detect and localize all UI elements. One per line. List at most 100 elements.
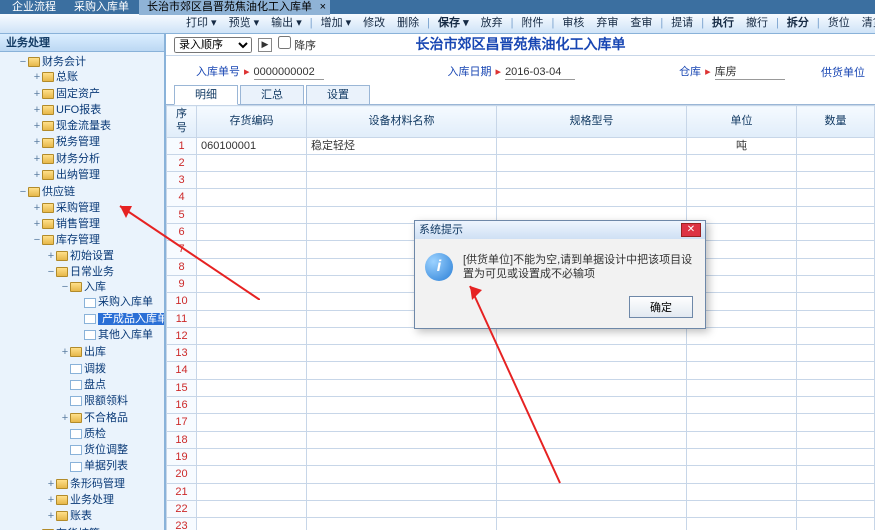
subtab-summary[interactable]: 汇总 [240, 85, 304, 104]
system-dialog: 系统提示 ✕ i [供货单位]不能为空,请到单据设计中把该项目设置为可见或设置成… [414, 220, 706, 329]
save-button[interactable]: 保存 ▾ [432, 14, 475, 32]
tree-xianjin[interactable]: 现金流量表 [56, 120, 111, 132]
sort-desc-checkbox[interactable]: 降序 [278, 36, 316, 53]
tree-caiwufx[interactable]: 财务分析 [56, 153, 100, 165]
tab-purchase-in[interactable]: 采购入库单 [66, 0, 137, 15]
tree-ufo[interactable]: UFO报表 [56, 104, 101, 116]
col-qty[interactable]: 数量 [797, 106, 875, 138]
table-row[interactable]: 23 [167, 518, 875, 530]
tree-zhijian[interactable]: 质检 [84, 428, 106, 440]
table-row[interactable]: 16 [167, 397, 875, 414]
table-row[interactable]: 19 [167, 448, 875, 465]
table-row[interactable]: 22 [167, 500, 875, 517]
tree-xiaoshou[interactable]: 销售管理 [56, 218, 100, 230]
tab-enterprise[interactable]: 企业流程 [4, 0, 64, 15]
toolbar: 打印 ▾ 预览 ▾ 输出 ▾ | 增加 ▾ 修改 删除 | 保存 ▾ 放弃 | … [0, 14, 875, 34]
tree-caigouruku[interactable]: 采购入库单 [98, 296, 153, 308]
wh-value[interactable]: 库房 [715, 65, 785, 80]
nav-tree[interactable]: −财务会计 +总账 +固定资产 +UFO报表 +现金流量表 +税务管理 +财务分… [0, 52, 164, 530]
tree-chanping-selected[interactable]: 产成品入库单 [98, 313, 164, 325]
tree-guding[interactable]: 固定资产 [56, 88, 100, 100]
edit-button[interactable]: 修改 [357, 14, 391, 32]
dialog-title: 系统提示 [419, 223, 463, 237]
unexec-button[interactable]: 撤行 [740, 14, 774, 32]
sidebar: 业务处理 −财务会计 +总账 +固定资产 +UFO报表 +现金流量表 +税务管理… [0, 34, 166, 530]
table-row[interactable]: 2 [167, 154, 875, 171]
exec-button[interactable]: 执行 [706, 14, 740, 32]
tree-richang[interactable]: 日常业务 [70, 266, 114, 278]
tree-qita[interactable]: 其他入库单 [98, 329, 153, 341]
tree-yewuchuli[interactable]: 业务处理 [70, 494, 114, 506]
preview-button[interactable]: 预览 ▾ [223, 14, 266, 32]
table-row[interactable]: 13 [167, 345, 875, 362]
tree-zhangbiao[interactable]: 账表 [70, 510, 92, 522]
dialog-ok-button[interactable]: 确定 [629, 296, 693, 318]
page-title: 长治市郊区昌晋苑焦油化工入库单 [416, 35, 626, 53]
table-row[interactable]: 1060100001稳定轻烃吨 [167, 137, 875, 154]
submit-button[interactable]: 提请 [665, 14, 699, 32]
check2-button[interactable]: 查审 [624, 14, 658, 32]
table-row[interactable]: 21 [167, 483, 875, 500]
tree-huowei[interactable]: 货位调整 [84, 444, 128, 456]
tree-chushi[interactable]: 初始设置 [70, 250, 114, 262]
tree-gyl[interactable]: 供应链 [42, 186, 75, 198]
wh-label: 仓库 [679, 65, 701, 79]
clear-button[interactable]: 清货 [856, 14, 875, 32]
table-row[interactable]: 20 [167, 466, 875, 483]
col-seq[interactable]: 序号 [167, 106, 197, 138]
table-row[interactable]: 4 [167, 189, 875, 206]
table-row[interactable]: 18 [167, 431, 875, 448]
date-value[interactable]: 2016-03-04 [505, 65, 575, 80]
tree-shuiwu[interactable]: 税务管理 [56, 136, 100, 148]
table-row[interactable]: 15 [167, 379, 875, 396]
locate-button[interactable]: 货位 [822, 14, 856, 32]
tree-pandian[interactable]: 盘点 [84, 379, 106, 391]
sort-go-icon[interactable]: ▶ [258, 38, 272, 52]
sort-select[interactable]: 录入顺序 [174, 37, 252, 53]
tree-tiaoxingma[interactable]: 条形码管理 [70, 478, 125, 490]
tree-danju[interactable]: 单据列表 [84, 460, 128, 472]
tab-label: 长治市郊区昌晋苑焦油化工入库单 [147, 1, 312, 13]
table-row[interactable]: 12 [167, 327, 875, 344]
table-row[interactable]: 14 [167, 362, 875, 379]
date-label: 入库日期 [448, 65, 492, 79]
tab-current-doc[interactable]: 长治市郊区昌晋苑焦油化工入库单 × [139, 0, 330, 15]
print-button[interactable]: 打印 ▾ [180, 14, 223, 32]
close-icon[interactable]: × [320, 0, 326, 14]
tree-kucun[interactable]: 库存管理 [56, 234, 100, 246]
tree-bhg[interactable]: 不合格品 [84, 412, 128, 424]
col-unit[interactable]: 单位 [687, 106, 797, 138]
audit-button[interactable]: 审核 [556, 14, 590, 32]
table-row[interactable]: 3 [167, 172, 875, 189]
attach-button[interactable]: 附件 [515, 14, 549, 32]
supplier-label: 供货单位 [821, 66, 865, 80]
tree-zongzhang[interactable]: 总账 [56, 71, 78, 83]
add-button[interactable]: 增加 ▾ [315, 14, 358, 32]
subtab-setting[interactable]: 设置 [306, 85, 370, 104]
dialog-message: [供货单位]不能为空,请到单据设计中把该项目设置为可见或设置成不必输项 [463, 253, 695, 282]
tree-chuku[interactable]: 出库 [84, 346, 106, 358]
window-tabs: 企业流程 采购入库单 长治市郊区昌晋苑焦油化工入库单 × [0, 0, 875, 14]
sidebar-header: 业务处理 [0, 34, 164, 52]
tree-caigou[interactable]: 采购管理 [56, 202, 100, 214]
tree-tiaobo[interactable]: 调拨 [84, 363, 106, 375]
abandon-button[interactable]: 放弃 [475, 14, 509, 32]
tree-ruku[interactable]: 入库 [84, 281, 106, 293]
doc-no-label: 入库单号 [196, 65, 240, 79]
dialog-close-button[interactable]: ✕ [681, 223, 701, 237]
delete-button[interactable]: 删除 [391, 14, 425, 32]
subtab-detail[interactable]: 明细 [174, 85, 238, 105]
tree-chana[interactable]: 出纳管理 [56, 169, 100, 181]
split-button[interactable]: 拆分 [781, 14, 815, 32]
sub-tabs: 明细 汇总 设置 [166, 84, 875, 104]
col-code[interactable]: 存货编码 [197, 106, 307, 138]
header-form: 入库单号 ▸ 0000000002 入库日期 ▸ 2016-03-04 仓库 ▸… [166, 56, 875, 84]
tree-caiwu[interactable]: 财务会计 [42, 56, 86, 68]
doc-no-value[interactable]: 0000000002 [254, 65, 324, 80]
col-spec[interactable]: 规格型号 [497, 106, 687, 138]
output-button[interactable]: 输出 ▾ [265, 14, 308, 32]
unaudit-button[interactable]: 弃审 [590, 14, 624, 32]
table-row[interactable]: 17 [167, 414, 875, 431]
col-name[interactable]: 设备材料名称 [307, 106, 497, 138]
tree-xiane[interactable]: 限额领料 [84, 395, 128, 407]
